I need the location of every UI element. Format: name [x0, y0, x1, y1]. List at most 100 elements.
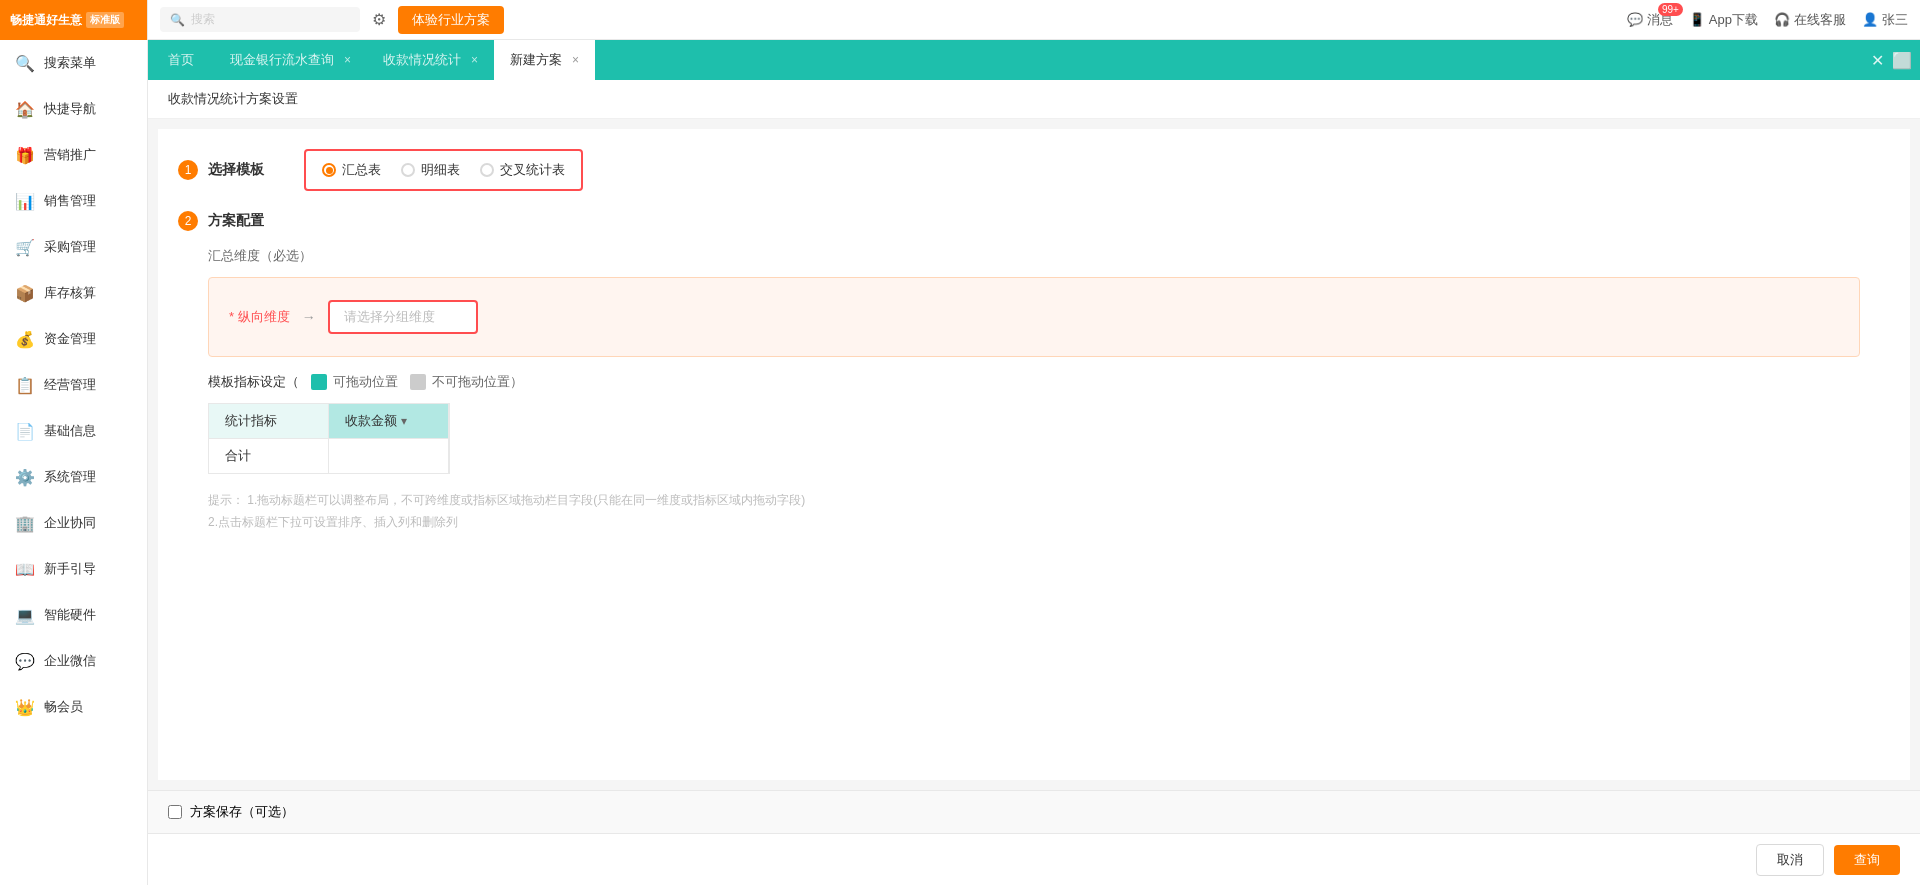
dimension-label-text: 汇总维度（必选） [208, 248, 312, 263]
radio-summary-btn[interactable] [322, 163, 336, 177]
radio-cross-btn[interactable] [480, 163, 494, 177]
book-icon: 📖 [16, 560, 34, 578]
tab-home-label: 首页 [168, 51, 194, 69]
main-panel: 1 选择模板 汇总表 明细表 交叉统计表 [158, 129, 1910, 780]
no-drag-box-icon [410, 374, 426, 390]
nav-tabs: 首页 现金银行流水查询 × 收款情况统计 × 新建方案 × ✕ ⬜ [148, 40, 1920, 80]
message-icon: 💬 [1627, 12, 1643, 27]
dimension-select[interactable]: 请选择分组维度 [328, 300, 478, 334]
crown-icon: 👑 [16, 698, 34, 716]
maximize-icon[interactable]: ⬜ [1892, 51, 1912, 70]
sidebar-item-enterprise[interactable]: 🏢 企业协同 [0, 500, 147, 546]
doc-icon: 📄 [16, 422, 34, 440]
tab-bank-flow-close[interactable]: × [344, 53, 351, 67]
topbar-search[interactable]: 🔍 搜索 [160, 7, 360, 32]
dimension-arrow-icon: → [302, 309, 316, 325]
breadcrumb: 收款情况统计方案设置 [168, 91, 298, 106]
sidebar-item-smart-hw[interactable]: 💻 智能硬件 [0, 592, 147, 638]
step2-header: 2 方案配置 [178, 211, 1890, 231]
row-label-cell: 合计 [209, 438, 329, 473]
column-header-cell[interactable]: 收款金额 ▾ [329, 404, 449, 438]
money-icon: 💰 [16, 330, 34, 348]
tab-bank-flow[interactable]: 现金银行流水查询 × [214, 40, 367, 80]
step1-header: 1 选择模板 汇总表 明细表 交叉统计表 [178, 149, 1890, 191]
column-chevron-icon[interactable]: ▾ [401, 414, 407, 428]
cancel-button[interactable]: 取消 [1756, 844, 1824, 876]
tab-new-plan[interactable]: 新建方案 × [494, 40, 595, 80]
logo-tag: 标准版 [86, 12, 124, 28]
content-area: 收款情况统计方案设置 1 选择模板 汇总表 明细表 [148, 80, 1920, 833]
tab-new-plan-close[interactable]: × [572, 53, 579, 67]
sidebar-item-sales[interactable]: 📊 销售管理 [0, 178, 147, 224]
clipboard-icon: 📋 [16, 376, 34, 394]
sidebar-item-wechat[interactable]: 💬 企业微信 [0, 638, 147, 684]
message-item[interactable]: 💬 消息 99+ [1627, 11, 1673, 29]
trial-button[interactable]: 体验行业方案 [398, 6, 504, 34]
stats-table-row: 合计 [209, 438, 449, 473]
sidebar-item-inventory[interactable]: 📦 库存核算 [0, 270, 147, 316]
save-plan-checkbox[interactable] [168, 805, 182, 819]
step2-badge: 2 [178, 211, 198, 231]
close-window-icon[interactable]: ✕ [1871, 51, 1884, 70]
nav-tabs-right: ✕ ⬜ [1871, 51, 1920, 70]
dimension-required-label: * 纵向维度 [229, 308, 290, 326]
radio-detail[interactable]: 明细表 [401, 161, 460, 179]
chat-icon: 💬 [16, 652, 34, 670]
step1-title: 选择模板 [208, 161, 264, 179]
radio-detail-btn[interactable] [401, 163, 415, 177]
settings-icon[interactable]: ⚙ [372, 10, 386, 29]
indicators-header: 模板指标设定（ 可拖动位置 不可拖动位置） [208, 373, 1860, 391]
sidebar-item-guide[interactable]: 📖 新手引导 [0, 546, 147, 592]
template-selection-box: 汇总表 明细表 交叉统计表 [304, 149, 583, 191]
search-icon: 🔍 [170, 13, 185, 27]
sidebar-item-system[interactable]: ⚙️ 系统管理 [0, 454, 147, 500]
row-label: 合计 [225, 448, 251, 463]
action-bar: 取消 查询 [148, 833, 1920, 885]
sidebar-item-label: 采购管理 [44, 238, 96, 256]
sidebar-item-marketing[interactable]: 🎁 营销推广 [0, 132, 147, 178]
sidebar-item-quick-nav[interactable]: 🏠 快捷导航 [0, 86, 147, 132]
sidebar-item-label: 销售管理 [44, 192, 96, 210]
tab-collection-stats-label: 收款情况统计 [383, 51, 461, 69]
step1-section: 1 选择模板 汇总表 明细表 交叉统计表 [178, 149, 1890, 191]
footer-section: 方案保存（可选） [148, 790, 1920, 833]
sidebar: 畅捷通好生意 标准版 🔍 搜索菜单 🏠 快捷导航 🎁 营销推广 📊 销售管理 🛒… [0, 0, 148, 885]
app-download-item[interactable]: 📱 App下载 [1689, 11, 1758, 29]
sidebar-item-operations[interactable]: 📋 经营管理 [0, 362, 147, 408]
sidebar-item-basic-info[interactable]: 📄 基础信息 [0, 408, 147, 454]
sidebar-item-capital[interactable]: 💰 资金管理 [0, 316, 147, 362]
stats-table-header: 统计指标 收款金额 ▾ [209, 404, 449, 438]
user-item[interactable]: 👤 张三 [1862, 11, 1908, 29]
sidebar-item-search-menu[interactable]: 🔍 搜索菜单 [0, 40, 147, 86]
topbar: 🔍 搜索 ⚙ 体验行业方案 💬 消息 99+ 📱 App下载 🎧 在线客服 [148, 0, 1920, 40]
search-placeholder-text: 搜索 [191, 11, 215, 28]
gift-icon: 🎁 [16, 146, 34, 164]
topbar-right: 💬 消息 99+ 📱 App下载 🎧 在线客服 👤 张三 [1627, 11, 1908, 29]
user-name: 张三 [1882, 11, 1908, 29]
query-button[interactable]: 查询 [1834, 845, 1900, 875]
laptop-icon: 💻 [16, 606, 34, 624]
online-support-label: 在线客服 [1794, 11, 1846, 29]
tab-collection-stats[interactable]: 收款情况统计 × [367, 40, 494, 80]
tab-collection-stats-close[interactable]: × [471, 53, 478, 67]
sidebar-item-label: 快捷导航 [44, 100, 96, 118]
sidebar-item-label: 库存核算 [44, 284, 96, 302]
sidebar-item-label: 企业协同 [44, 514, 96, 532]
sidebar-item-label: 基础信息 [44, 422, 96, 440]
online-support-item[interactable]: 🎧 在线客服 [1774, 11, 1846, 29]
sidebar-item-label: 经营管理 [44, 376, 96, 394]
radio-cross[interactable]: 交叉统计表 [480, 161, 565, 179]
radio-summary-label: 汇总表 [342, 161, 381, 179]
indicators-label-text: 模板指标设定（ [208, 373, 299, 391]
sidebar-item-purchase[interactable]: 🛒 采购管理 [0, 224, 147, 270]
tab-home[interactable]: 首页 [148, 40, 214, 80]
drag-box-icon [311, 374, 327, 390]
sidebar-item-label: 智能硬件 [44, 606, 96, 624]
sidebar-logo: 畅捷通好生意 标准版 [0, 0, 147, 40]
sidebar-item-label: 畅会员 [44, 698, 83, 716]
radio-detail-label: 明细表 [421, 161, 460, 179]
sidebar-item-member[interactable]: 👑 畅会员 [0, 684, 147, 730]
support-icon: 🎧 [1774, 12, 1790, 27]
radio-summary[interactable]: 汇总表 [322, 161, 381, 179]
hint-1: 提示： 1.拖动标题栏可以调整布局，不可跨维度或指标区域拖动栏目字段(只能在同一… [208, 490, 1860, 512]
